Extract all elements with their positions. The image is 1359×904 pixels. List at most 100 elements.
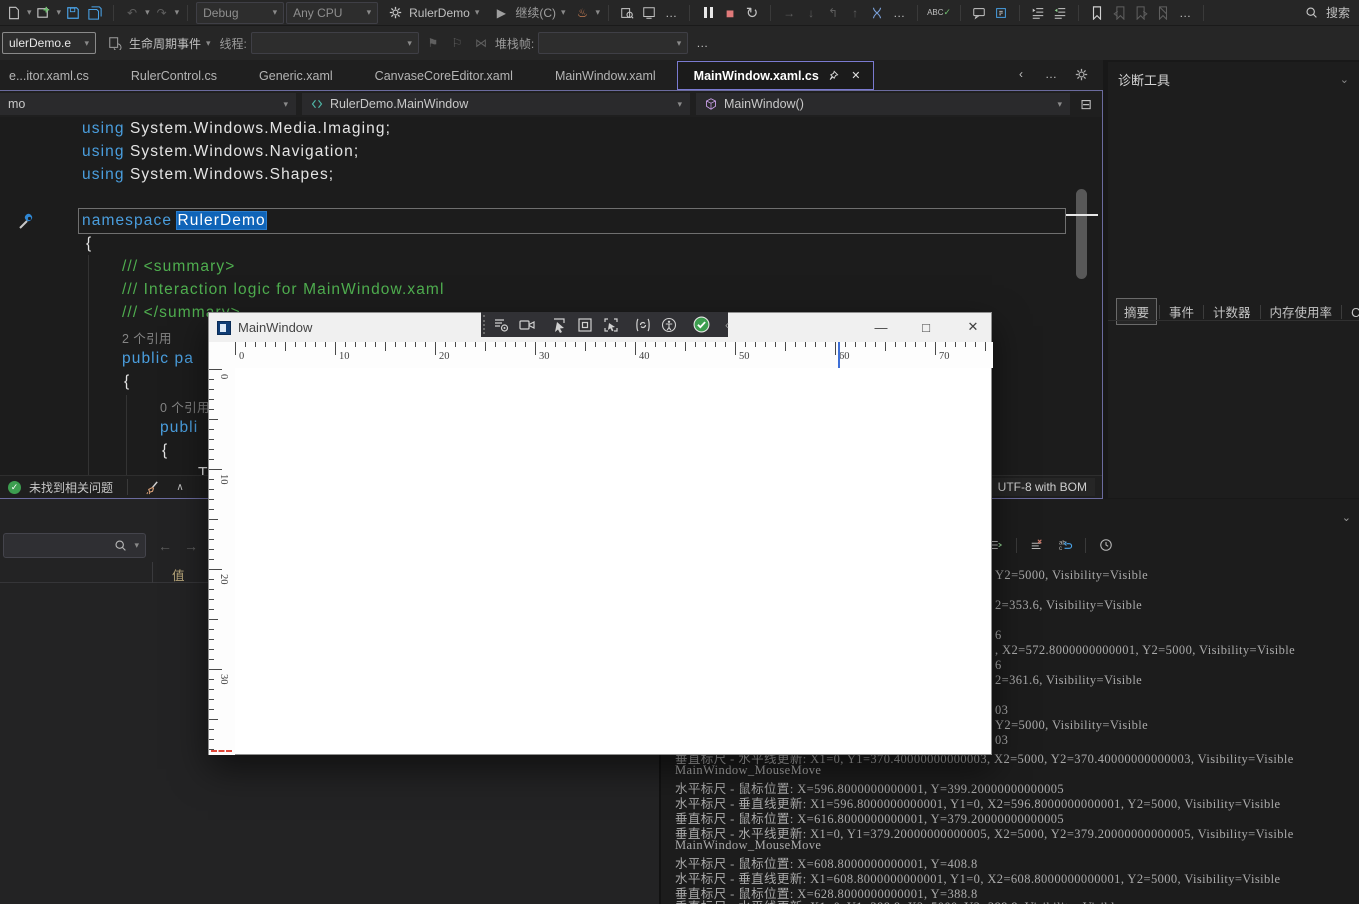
output-line[interactable]: 垂直标尺 - 水平线更新: X1=0, Y1=388.8, X2=5000, Y… [675,896,1115,904]
dna-icon[interactable] [867,3,887,23]
select-element-cursor-icon[interactable] [547,314,571,335]
live-preview-icon[interactable] [639,3,659,23]
undo-dropdown[interactable]: ▾ [145,7,150,18]
stop-icon[interactable]: ■ [720,3,740,23]
tab-canvasecoreeditor-xaml[interactable]: CanvaseCoreEditor.xaml [354,61,534,90]
output-line[interactable]: Y2=5000, Visibility=Visible [995,718,1148,733]
redo-dropdown[interactable]: ▾ [175,7,180,18]
new-file-dropdown[interactable]: ▾ [27,7,32,18]
issues-status-text[interactable]: 未找到相关问题 [29,479,113,496]
toolbar-grip-handle[interactable] [483,315,485,334]
tab-scroll-left-icon[interactable]: ‹ [1011,64,1031,84]
redo-icon[interactable]: ↷ [152,3,172,23]
app-window-mainwindow[interactable]: MainWindow — □ ✕ 010203040506070 0102030 [208,312,992,755]
tab-generic-xaml[interactable]: Generic.xaml [238,61,354,90]
member-dropdown[interactable]: MainWindow()▾ [696,93,1070,115]
code-line[interactable]: { [86,233,92,255]
watch-forward-icon[interactable]: → [181,536,201,556]
continue-button[interactable]: ▶ 继续(C)▾ [486,2,570,24]
save-all-icon[interactable] [85,3,105,23]
code-line[interactable]: using System.Windows.Navigation; [82,141,359,163]
code-line[interactable]: public pa [122,348,194,370]
decrease-indent-icon[interactable] [1028,3,1048,23]
comment-icon[interactable] [969,3,989,23]
tab-editor-xaml-cs[interactable]: e...itor.xaml.cs [0,61,110,90]
hot-reload-overlay-icon[interactable] [631,314,655,335]
code-line[interactable]: T [198,463,209,475]
save-icon[interactable] [63,3,83,23]
uncomment-icon[interactable] [991,3,1011,23]
filter-threads-icon[interactable]: ⋈ [471,33,491,53]
overlay-collapse-chevron-icon[interactable]: ‹ [715,314,739,335]
search-box[interactable]: 搜索 [1297,2,1355,24]
code-line[interactable]: publi [160,417,198,439]
toolbar-overflow-icon[interactable]: … [661,3,681,23]
display-adorners-icon[interactable] [573,314,597,335]
output-line[interactable]: 03 [995,703,1008,718]
code-line[interactable]: { [124,371,130,393]
track-focused-element-icon[interactable] [599,314,623,335]
new-file-icon[interactable] [4,3,24,23]
increase-indent-icon[interactable] [1050,3,1070,23]
step-out-icon[interactable]: ↑ [845,3,865,23]
debugbar-overflow-icon[interactable]: … [692,33,712,53]
tab-settings-gear-icon[interactable] [1071,64,1091,84]
status-expand-chevron-icon[interactable]: ∧ [170,477,190,497]
code-cleanup-broom-icon[interactable] [142,477,162,497]
timestamp-clock-icon[interactable] [1096,535,1116,555]
output-collapse-chevron-icon[interactable]: ⌄ [1342,511,1351,524]
output-line[interactable]: Y2=5000, Visibility=Visible [995,568,1148,583]
quick-actions-screwdriver-icon[interactable] [16,212,36,232]
minimize-button[interactable]: — [864,313,898,341]
add-item-dropdown[interactable]: ▾ [57,7,62,18]
output-line[interactable]: 6 [995,628,1002,643]
split-window-icon[interactable]: ⊟ [1076,94,1096,114]
word-wrap-icon[interactable]: abc [1055,535,1075,555]
code-line[interactable]: /// Interaction logic for MainWindow.xam… [122,279,445,301]
prev-bookmark-icon[interactable] [1109,3,1129,23]
flag-outline-icon[interactable]: ⚐ [447,33,467,53]
output-line[interactable]: 03 [995,733,1008,748]
project-dropdown[interactable]: mo▾ [0,93,296,115]
debug-overflow-icon[interactable]: … [889,3,909,23]
panel-collapse-chevron-icon[interactable]: ⌄ [1340,73,1349,86]
next-bookmark-icon[interactable] [1131,3,1151,23]
output-line[interactable]: 2=353.6, Visibility=Visible [995,598,1142,613]
code-line[interactable]: namespace RulerDemo [82,210,266,232]
debug-process-dropdown[interactable]: ulerDemo.e▾ [2,32,96,54]
code-line[interactable]: using System.Windows.Media.Imaging; [82,118,391,140]
output-line[interactable]: 6 [995,658,1002,673]
live-visual-tree-icon[interactable] [489,314,513,335]
code-line[interactable]: 2 个引用 [122,328,172,350]
startup-project-button[interactable]: RulerDemo▾ [380,2,484,24]
encoding-indicator[interactable]: UTF-8 with BOM [989,478,1095,496]
search-options-chevron-icon[interactable]: ▾ [134,540,139,551]
flag-icon[interactable]: ⚑ [423,33,443,53]
output-line[interactable]: 2=361.6, Visibility=Visible [995,673,1142,688]
code-line[interactable]: /// <summary> [122,256,235,278]
code-line[interactable]: 0 个引用 [160,397,210,419]
watch-search-input[interactable]: ▾ [3,533,146,558]
bookmarks-overflow-icon[interactable]: … [1175,3,1195,23]
tab-list-icon[interactable]: … [1041,64,1061,84]
type-dropdown[interactable]: RulerDemo.MainWindow▾ [302,93,690,115]
output-line[interactable]: , X2=572.8000000000001, Y2=5000, Visibil… [995,643,1295,658]
undo-icon[interactable]: ↶ [122,3,142,23]
spellcheck-icon[interactable]: ABC✓ [926,3,952,23]
browse-search-icon[interactable] [617,3,637,23]
tab-mainwindow-xaml[interactable]: MainWindow.xaml [534,61,677,90]
clear-all-icon[interactable] [1027,535,1047,555]
hot-reload-icon[interactable]: ♨ [573,3,593,23]
close-button[interactable]: ✕ [956,313,990,341]
code-line[interactable]: { [162,440,168,462]
screen-capture-icon[interactable] [515,314,539,335]
app-canvas[interactable] [235,368,991,754]
platform-dropdown[interactable]: Any CPU▾ [286,2,378,24]
pin-icon[interactable] [827,69,841,83]
output-line[interactable]: MainWindow_MouseMove [675,763,821,778]
close-tab-icon[interactable]: ✕ [849,69,863,83]
watch-back-icon[interactable]: ← [155,536,175,556]
accessibility-checker-icon[interactable] [657,314,681,335]
hot-reload-dropdown[interactable]: ▾ [596,7,601,18]
clear-bookmarks-icon[interactable] [1153,3,1173,23]
